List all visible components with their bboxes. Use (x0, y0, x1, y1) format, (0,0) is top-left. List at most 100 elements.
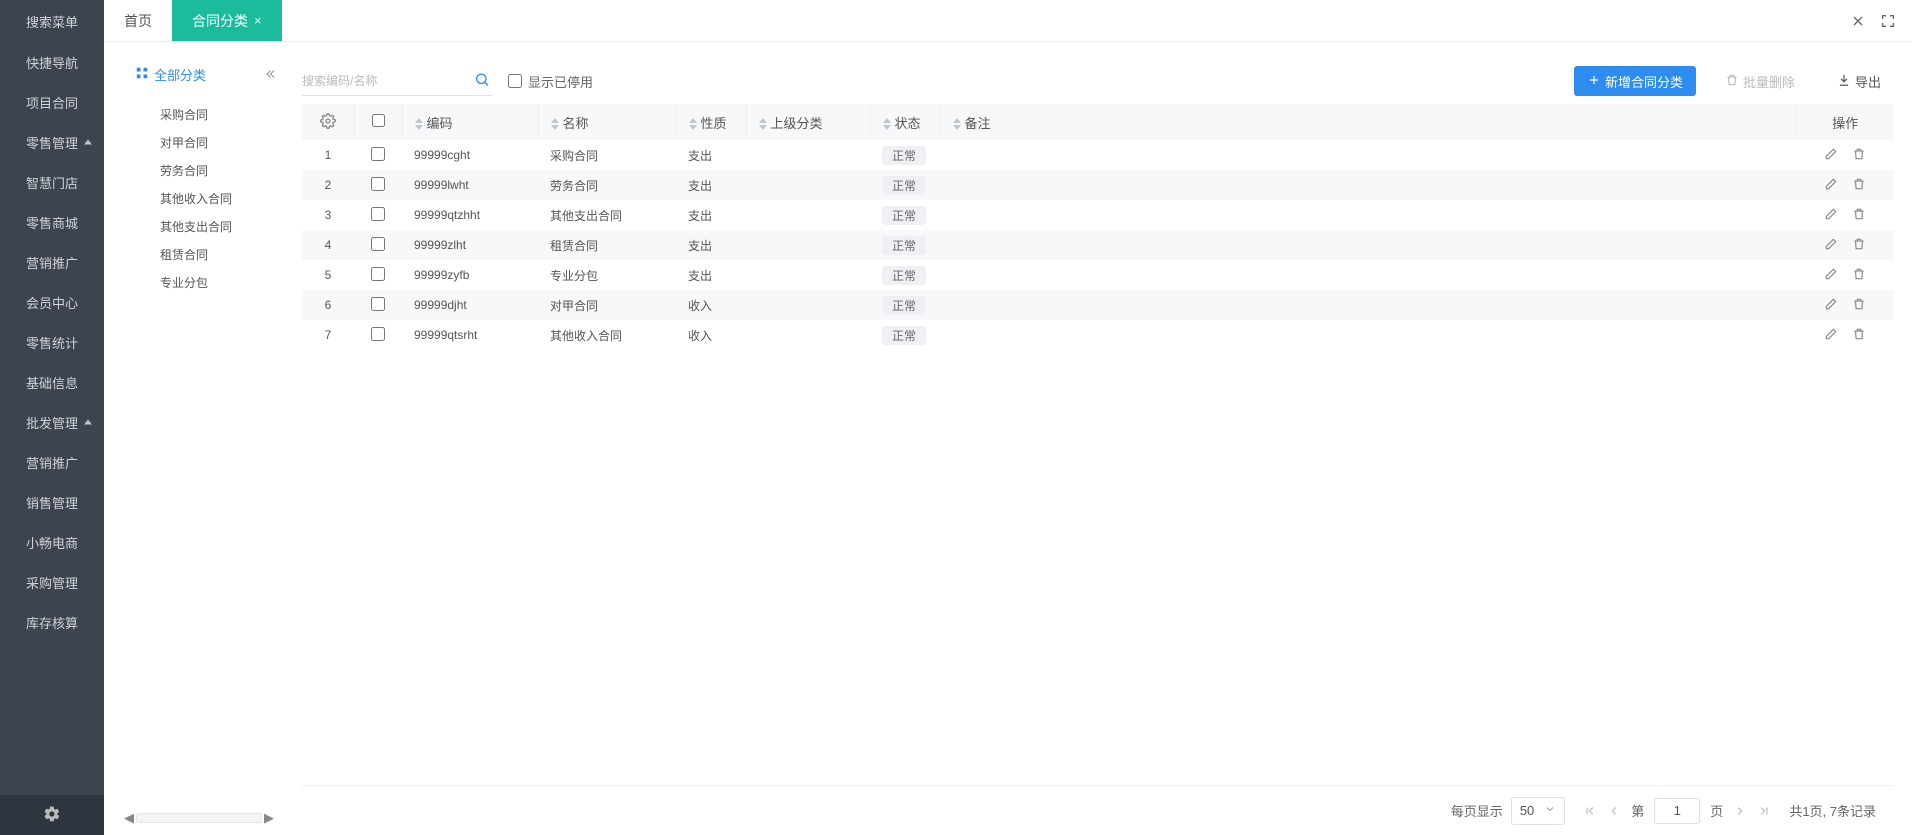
chevron-down-icon (1544, 803, 1556, 818)
scroll-left-icon[interactable]: ◀ (124, 810, 134, 826)
row-checkbox[interactable] (371, 327, 385, 341)
cell-parent (746, 320, 870, 350)
cell-parent (746, 140, 870, 170)
th-parent[interactable]: 上级分类 (746, 104, 870, 140)
row-checkbox[interactable] (371, 237, 385, 251)
cell-remark (940, 290, 1796, 320)
prev-page-icon[interactable] (1607, 804, 1621, 818)
search-input[interactable] (302, 66, 492, 96)
left-sidebar: 搜索菜单快捷导航项目合同零售管理智慧门店零售商城营销推广会员中心零售统计基础信息… (0, 0, 104, 835)
search-icon[interactable] (474, 72, 490, 91)
cell-name: 其他支出合同 (538, 200, 676, 230)
delete-icon[interactable] (1852, 207, 1866, 224)
edit-icon[interactable] (1824, 267, 1838, 284)
tree-item-4[interactable]: 其他支出合同 (160, 212, 284, 240)
sidebar-item-8[interactable]: 零售统计 (0, 322, 104, 362)
th-nature[interactable]: 性质 (676, 104, 746, 140)
row-checkbox[interactable] (371, 177, 385, 191)
sidebar-item-12[interactable]: 销售管理 (0, 482, 104, 522)
page-summary: 共1页, 7条记录 (1789, 801, 1876, 820)
sidebar-item-13[interactable]: 小畅电商 (0, 522, 104, 562)
tree-item-1[interactable]: 对甲合同 (160, 128, 284, 156)
tab-0[interactable]: 首页 (104, 0, 172, 41)
sidebar-item-10[interactable]: 批发管理 (0, 402, 104, 442)
toolbar: 显示已停用 新增合同分类 批量删除 (302, 58, 1894, 104)
page-size-select[interactable]: 50 (1511, 797, 1565, 825)
sidebar-item-11[interactable]: 营销推广 (0, 442, 104, 482)
collapse-tree-icon[interactable] (260, 62, 280, 86)
tree-scrollbar[interactable]: ◀ ▶ (124, 811, 274, 825)
page-input[interactable] (1654, 798, 1700, 824)
edit-icon[interactable] (1824, 297, 1838, 314)
export-button[interactable]: 导出 (1824, 66, 1894, 96)
page-prefix: 第 (1631, 801, 1644, 820)
delete-icon[interactable] (1852, 297, 1866, 314)
sidebar-item-5[interactable]: 零售商城 (0, 202, 104, 242)
edit-icon[interactable] (1824, 147, 1838, 164)
tree-item-5[interactable]: 租赁合同 (160, 240, 284, 268)
sidebar-item-15[interactable]: 库存核算 (0, 602, 104, 642)
select-all-checkbox[interactable] (372, 114, 385, 127)
batch-delete-button[interactable]: 批量删除 (1712, 66, 1808, 96)
cell-name: 租赁合同 (538, 230, 676, 260)
row-checkbox[interactable] (371, 207, 385, 221)
sidebar-item-2[interactable]: 项目合同 (0, 82, 104, 122)
sidebar-item-14[interactable]: 采购管理 (0, 562, 104, 602)
cell-code: 99999cght (402, 140, 538, 170)
add-category-button[interactable]: 新增合同分类 (1574, 66, 1696, 96)
table-row: 699999djht对甲合同收入正常 (302, 290, 1894, 320)
edit-icon[interactable] (1824, 237, 1838, 254)
sidebar-item-0[interactable]: 搜索菜单 (0, 0, 104, 42)
tree-item-6[interactable]: 专业分包 (160, 268, 284, 296)
fullscreen-icon[interactable] (1880, 13, 1896, 29)
delete-icon[interactable] (1852, 327, 1866, 344)
row-index: 7 (302, 320, 354, 350)
table-row: 599999zyfb专业分包支出正常 (302, 260, 1894, 290)
cell-parent (746, 170, 870, 200)
cell-parent (746, 290, 870, 320)
row-index: 1 (302, 140, 354, 170)
th-status[interactable]: 状态 (870, 104, 940, 140)
tree-item-0[interactable]: 采购合同 (160, 100, 284, 128)
th-remark[interactable]: 备注 (940, 104, 1796, 140)
sidebar-item-9[interactable]: 基础信息 (0, 362, 104, 402)
show-disabled-toggle[interactable]: 显示已停用 (508, 72, 593, 91)
delete-icon[interactable] (1852, 237, 1866, 254)
scroll-right-icon[interactable]: ▶ (264, 810, 274, 826)
first-page-icon[interactable] (1583, 804, 1597, 818)
th-ops: 操作 (1796, 104, 1894, 140)
sidebar-item-1[interactable]: 快捷导航 (0, 42, 104, 82)
sidebar-settings[interactable] (0, 795, 104, 835)
cell-code: 99999zyfb (402, 260, 538, 290)
row-checkbox[interactable] (371, 267, 385, 281)
close-tab-icon[interactable] (1850, 13, 1866, 29)
th-code[interactable]: 编码 (402, 104, 538, 140)
last-page-icon[interactable] (1757, 804, 1771, 818)
delete-icon[interactable] (1852, 177, 1866, 194)
table-settings-header[interactable] (302, 104, 354, 140)
delete-icon[interactable] (1852, 267, 1866, 284)
edit-icon[interactable] (1824, 177, 1838, 194)
sidebar-item-3[interactable]: 零售管理 (0, 122, 104, 162)
tree-item-3[interactable]: 其他收入合同 (160, 184, 284, 212)
tab-1[interactable]: 合同分类× (172, 0, 282, 41)
pagination-footer: 每页显示 50 第 页 共 (302, 785, 1894, 835)
row-checkbox[interactable] (371, 147, 385, 161)
show-disabled-checkbox[interactable] (508, 74, 522, 88)
edit-icon[interactable] (1824, 207, 1838, 224)
sidebar-item-7[interactable]: 会员中心 (0, 282, 104, 322)
row-checkbox[interactable] (371, 297, 385, 311)
cell-name: 其他收入合同 (538, 320, 676, 350)
th-name[interactable]: 名称 (538, 104, 676, 140)
tab-close-icon[interactable]: × (254, 13, 262, 28)
next-page-icon[interactable] (1733, 804, 1747, 818)
delete-icon[interactable] (1852, 147, 1866, 164)
page-suffix: 页 (1710, 801, 1723, 820)
cell-nature: 收入 (676, 320, 746, 350)
sidebar-item-6[interactable]: 营销推广 (0, 242, 104, 282)
sidebar-item-4[interactable]: 智慧门店 (0, 162, 104, 202)
edit-icon[interactable] (1824, 327, 1838, 344)
tree-item-2[interactable]: 劳务合同 (160, 156, 284, 184)
export-label: 导出 (1855, 72, 1881, 91)
cell-parent (746, 230, 870, 260)
